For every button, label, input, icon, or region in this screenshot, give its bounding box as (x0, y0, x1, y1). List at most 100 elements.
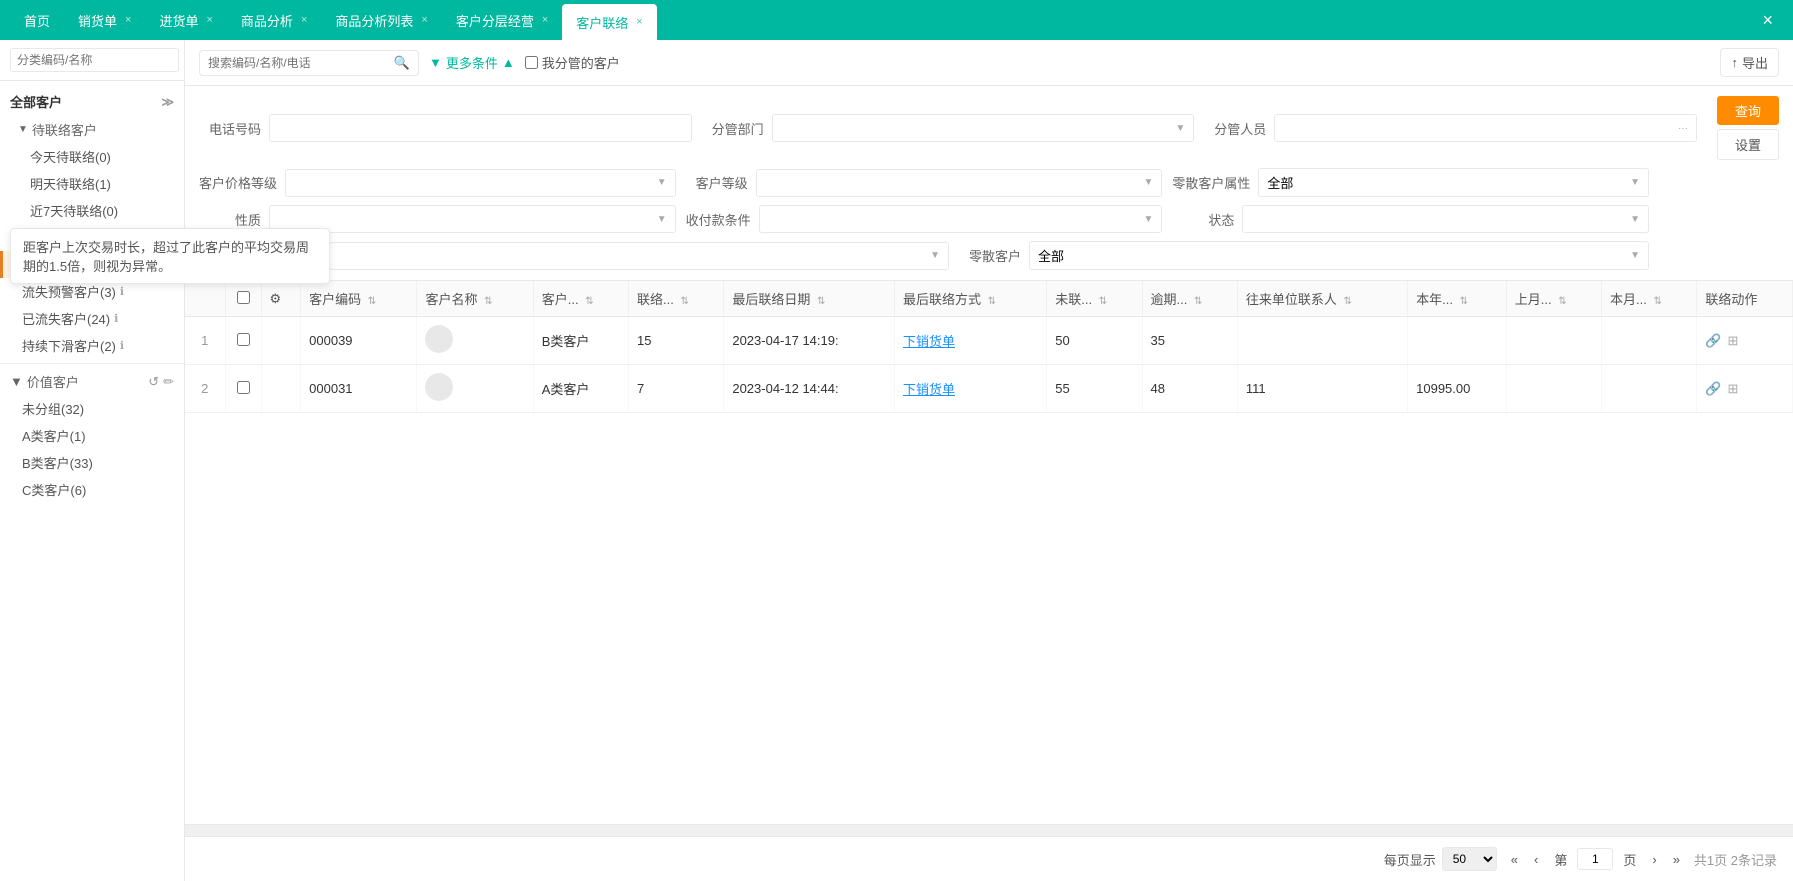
sidebar-item-unclassified[interactable]: 未分组(32) (0, 395, 184, 422)
reload-icon[interactable]: ↺ (148, 374, 159, 390)
sidebar-item-7days[interactable]: 近7天待联络(0) (8, 197, 184, 224)
sort-icon-contact: ⇅ (681, 296, 689, 307)
collapse-icon[interactable]: ≫ (161, 95, 174, 109)
cell-last-contact-date: 2023-04-17 14:19: (724, 317, 895, 365)
last-page-button[interactable]: » (1667, 850, 1686, 869)
retail-attr-input[interactable]: 全部 ▼ (1258, 168, 1649, 197)
horizontal-scrollbar[interactable] (185, 824, 1793, 836)
phone-input[interactable] (269, 114, 692, 142)
nav-sales-order[interactable]: 销货单 × (64, 0, 145, 40)
close-customer-segmentation-icon[interactable]: × (542, 14, 548, 26)
close-product-analysis-icon[interactable]: × (301, 14, 307, 26)
close-window-button[interactable]: × (1752, 10, 1783, 31)
col-last-contact-date[interactable]: 最后联络日期 ⇅ (724, 281, 895, 317)
nav-purchase-order[interactable]: 进货单 × (145, 0, 226, 40)
first-page-button[interactable]: « (1505, 850, 1524, 869)
sidebar-item-already-lost[interactable]: 已流失客户(24) ℹ (0, 305, 184, 332)
cell-unit-contact: 111 (1237, 365, 1407, 413)
price-level-input[interactable]: ▼ (285, 169, 676, 197)
status-input[interactable]: ▼ (1242, 205, 1649, 233)
cell-last-contact-method[interactable]: 下销货单 (894, 365, 1046, 413)
close-customer-contact-icon[interactable]: × (636, 16, 642, 28)
all-customers-header[interactable]: 全部客户 ≫ (0, 87, 184, 116)
sidebar-item-continuous-down[interactable]: 持续下滑客户(2) ℹ (0, 332, 184, 359)
my-customers-checkbox[interactable] (525, 56, 538, 69)
nav-product-analysis-list[interactable]: 商品分析列表 × (321, 0, 441, 40)
close-product-analysis-list-icon[interactable]: × (421, 14, 427, 26)
sort-icon-overdue: ⇅ (1194, 296, 1202, 307)
nav-customer-segmentation[interactable]: 客户分层经营 × (442, 0, 562, 40)
col-cust-type[interactable]: 客户... ⇅ (533, 281, 628, 317)
filter-search-box[interactable]: 🔍 (199, 50, 419, 76)
cust-level-input[interactable]: ▼ (756, 169, 1163, 197)
close-purchase-order-icon[interactable]: × (206, 14, 212, 26)
col-name[interactable]: 客户名称 ⇅ (417, 281, 533, 317)
link-action-icon[interactable]: 🔗 (1705, 333, 1721, 349)
retail-cust-input[interactable]: 全部 ▼ (1029, 241, 1649, 270)
select-all-checkbox[interactable] (237, 291, 250, 304)
sort-icon-last-month: ⇅ (1558, 296, 1566, 307)
col-unit-contact[interactable]: 往来单位联系人 ⇅ (1237, 281, 1407, 317)
sidebar-item-class-b[interactable]: B类客户(33) (0, 449, 184, 476)
value-customers-header[interactable]: ▼ 价值客户 ↺ ✏ (0, 368, 184, 395)
prev-page-button[interactable]: ‹ (1528, 850, 1544, 869)
nav-customer-contact[interactable]: 客户联络 × (562, 4, 656, 40)
query-button[interactable]: 查询 (1717, 96, 1779, 125)
cell-contact: 7 (629, 365, 724, 413)
table-area[interactable]: ⚙ 客户编码 ⇅ 客户名称 ⇅ 客户... ⇅ (185, 281, 1793, 824)
cell-code: 000039 (301, 317, 417, 365)
filter-search-input[interactable] (208, 56, 388, 70)
gender-input[interactable]: ▼ (269, 205, 676, 233)
close-sales-order-icon[interactable]: × (125, 14, 131, 26)
sidebar: 🔍 全部客户 ≫ ▼ 待联络客户 今天待联络(0) 明天待联络(1) 近7天待 (0, 40, 185, 881)
settings-icon[interactable]: ⚙ (270, 291, 282, 306)
manager-input[interactable]: ··· (1274, 114, 1697, 142)
nav-home[interactable]: 首页 (10, 0, 64, 40)
page-number-input[interactable] (1577, 848, 1613, 870)
edit-icon[interactable]: ✏ (163, 374, 174, 390)
col-this-year[interactable]: 本年... ⇅ (1408, 281, 1507, 317)
sidebar-item-class-c[interactable]: C类客户(6) (0, 476, 184, 503)
col-uncontacted[interactable]: 未联... ⇅ (1047, 281, 1142, 317)
sidebar-item-today[interactable]: 今天待联络(0) (8, 143, 184, 170)
manager-field: 分管人员 ··· (1204, 114, 1697, 142)
next-page-button[interactable]: › (1646, 850, 1662, 869)
link-action-icon[interactable]: 🔗 (1705, 381, 1721, 397)
grid-action-icon[interactable]: ⊞ (1728, 333, 1739, 349)
info-icon-already-lost: ℹ (114, 312, 118, 325)
cust-level-field: 客户等级 ▼ (686, 169, 1163, 197)
method-link[interactable]: 下销货单 (903, 334, 955, 349)
col-last-month[interactable]: 上月... ⇅ (1506, 281, 1601, 317)
my-customers-checkbox-group: 我分管的客户 (525, 53, 620, 72)
grid-action-icon[interactable]: ⊞ (1728, 381, 1739, 397)
per-page-select[interactable]: 50 100 200 (1442, 847, 1497, 871)
sidebar-item-class-a[interactable]: A类客户(1) (0, 422, 184, 449)
filter-row-4: ... 客户类型 ▼ 零散客户 全部 ▼ (199, 241, 1779, 270)
payment-input[interactable]: ▼ (759, 205, 1163, 233)
content-area: 🔍 ▼ 更多条件 ▲ 我分管的客户 ↑ 导出 电话号码 (185, 40, 1793, 881)
method-link[interactable]: 下销货单 (903, 382, 955, 397)
nav-product-analysis[interactable]: 商品分析 × (227, 0, 321, 40)
table-row: 2 000031 A类客户 7 2023-04-12 14:44: 下销货单 5… (185, 365, 1793, 413)
filter-search-icon[interactable]: 🔍 (394, 55, 410, 71)
export-button[interactable]: ↑ 导出 (1720, 48, 1779, 77)
col-code[interactable]: 客户编码 ⇅ (301, 281, 417, 317)
col-last-contact-method[interactable]: 最后联络方式 ⇅ (894, 281, 1046, 317)
more-conditions-button[interactable]: ▼ 更多条件 ▲ (429, 53, 515, 72)
cell-check[interactable] (225, 317, 261, 365)
sidebar-search-input[interactable] (10, 48, 179, 72)
sidebar-item-tomorrow[interactable]: 明天待联络(1) (8, 170, 184, 197)
cell-check[interactable] (225, 365, 261, 413)
settings-button[interactable]: 设置 (1717, 129, 1779, 160)
col-overdue[interactable]: 逾期... ⇅ (1142, 281, 1237, 317)
row-checkbox[interactable] (237, 333, 250, 346)
col-this-month[interactable]: 本月... ⇅ (1602, 281, 1697, 317)
arrow-icon-value: ▼ (10, 374, 23, 389)
cust-type-input[interactable]: ▼ (329, 242, 949, 270)
col-contact[interactable]: 联络... ⇅ (629, 281, 724, 317)
cell-last-contact-method[interactable]: 下销货单 (894, 317, 1046, 365)
row-checkbox[interactable] (237, 381, 250, 394)
edit-icons: ↺ ✏ (148, 374, 174, 390)
waiting-contact-label[interactable]: ▼ 待联络客户 (8, 116, 184, 143)
dept-input[interactable]: ▼ (772, 114, 1195, 142)
